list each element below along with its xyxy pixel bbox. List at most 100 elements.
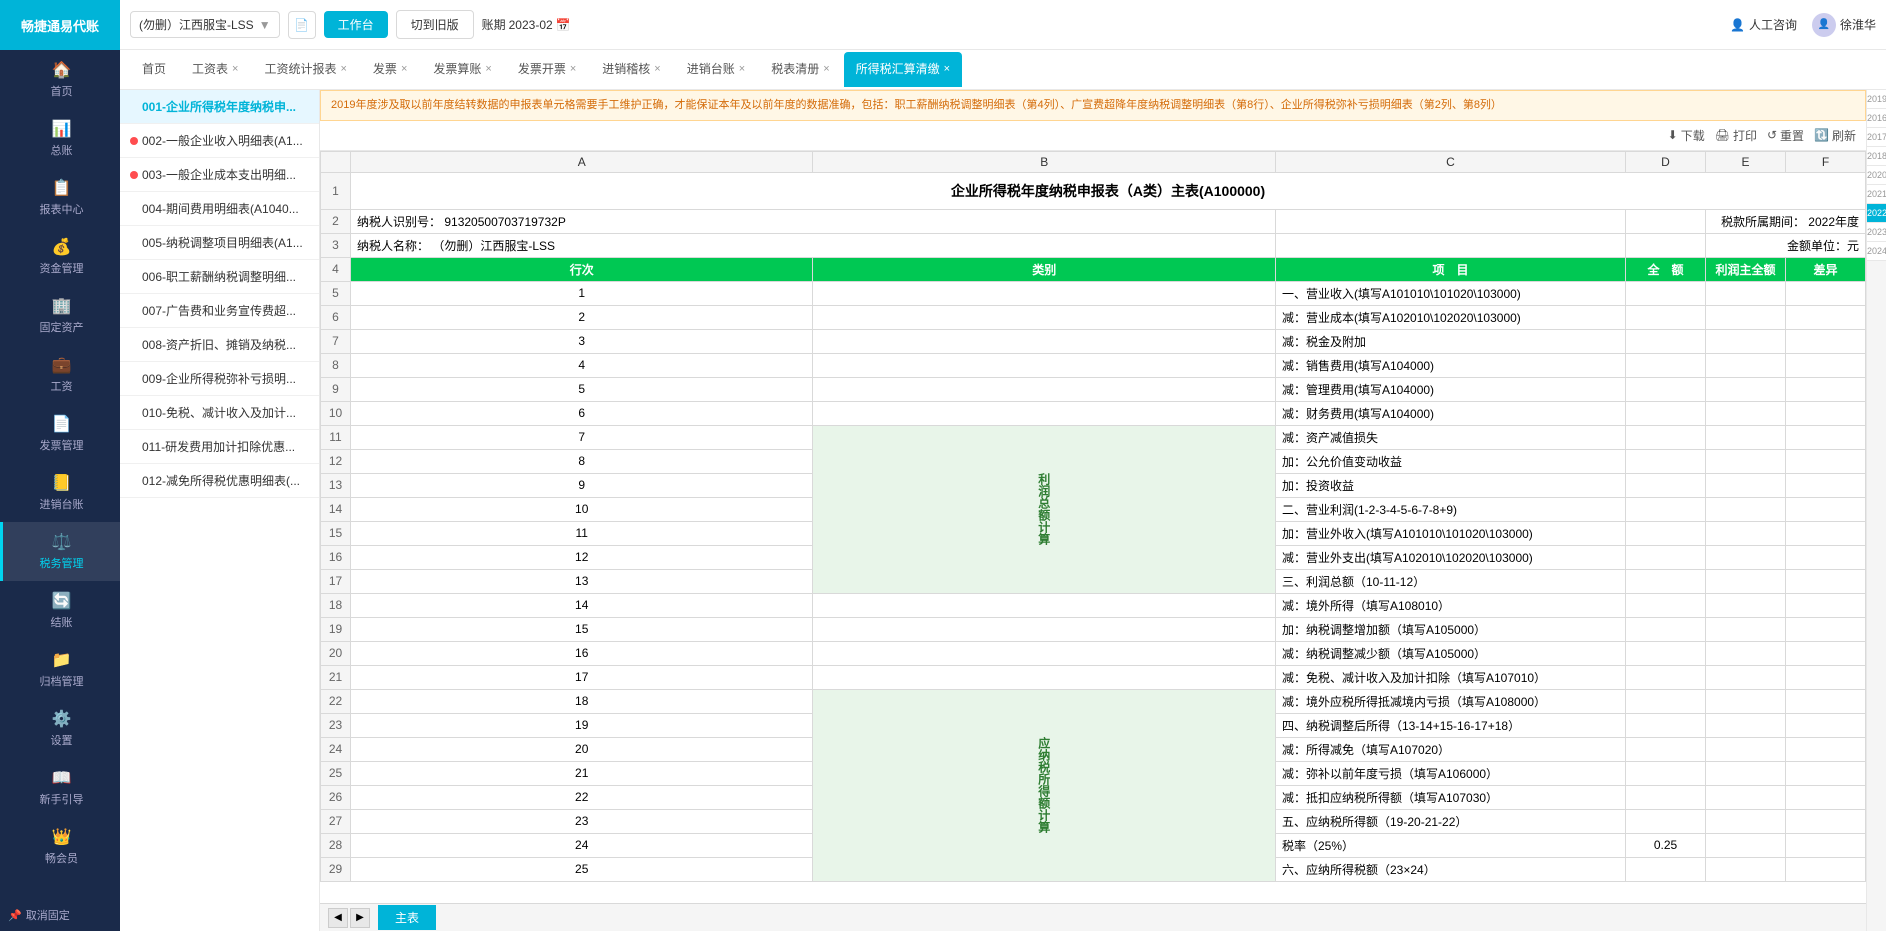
item-cell[interactable]: 减：资产减值损失	[1276, 425, 1626, 449]
unpin-button[interactable]: 📌 取消固定	[0, 899, 120, 931]
profit-cell[interactable]	[1706, 689, 1786, 713]
profit-cell[interactable]	[1706, 809, 1786, 833]
amount-cell[interactable]	[1626, 593, 1706, 617]
item-cell[interactable]: 减：纳税调整减少额（填写A105000）	[1276, 641, 1626, 665]
diff-cell[interactable]	[1786, 329, 1866, 353]
profit-cell[interactable]	[1706, 449, 1786, 473]
diff-cell[interactable]	[1786, 353, 1866, 377]
tab-invoice[interactable]: 发票 ×	[361, 52, 419, 87]
tab-invoice-calc[interactable]: 发票算账 ×	[421, 52, 503, 87]
row-num-cell[interactable]: 5	[351, 377, 813, 401]
profit-cell[interactable]	[1706, 617, 1786, 641]
amount-cell[interactable]	[1626, 857, 1706, 881]
profit-cell[interactable]	[1706, 593, 1786, 617]
refresh-button[interactable]: 🔃 刷新	[1814, 127, 1856, 144]
tab-payroll[interactable]: 工资表 ×	[180, 52, 250, 87]
item-cell[interactable]: 四、纳税调整后所得（13-14+15-16-17+18）	[1276, 713, 1626, 737]
row-num-cell[interactable]: 18	[351, 689, 813, 713]
row-num-cell[interactable]: 12	[351, 545, 813, 569]
year-item-2016[interactable]: 2016	[1867, 109, 1886, 128]
row-num-cell[interactable]: 3	[351, 329, 813, 353]
amount-cell[interactable]	[1626, 521, 1706, 545]
close-icon[interactable]: ×	[340, 63, 346, 75]
close-icon[interactable]: ×	[944, 63, 950, 75]
close-icon[interactable]: ×	[654, 63, 660, 75]
tab-invoice-open[interactable]: 发票开票 ×	[506, 52, 588, 87]
user-service-btn[interactable]: 👤 人工咨询	[1730, 16, 1797, 33]
row-num-cell[interactable]: 1	[351, 281, 813, 305]
item-cell[interactable]: 税率（25%）	[1276, 833, 1626, 857]
row-num-cell[interactable]: 16	[351, 641, 813, 665]
form-item-006[interactable]: 006-职工薪酬纳税调整明细...	[120, 260, 319, 294]
amount-cell[interactable]	[1626, 401, 1706, 425]
profit-cell[interactable]	[1706, 305, 1786, 329]
form-item-005[interactable]: 005-纳税调整项目明细表(A1...	[120, 226, 319, 260]
item-cell[interactable]: 加：纳税调整增加额（填写A105000）	[1276, 617, 1626, 641]
amount-cell[interactable]: 0.25	[1626, 833, 1706, 857]
sidebar-item-settings[interactable]: ⚙️ 设置	[0, 699, 120, 758]
amount-cell[interactable]	[1626, 281, 1706, 305]
diff-cell[interactable]	[1786, 833, 1866, 857]
diff-cell[interactable]	[1786, 281, 1866, 305]
diff-cell[interactable]	[1786, 713, 1866, 737]
item-cell[interactable]: 六、应纳所得税额（23×24）	[1276, 857, 1626, 881]
profit-cell[interactable]	[1706, 497, 1786, 521]
row-num-cell[interactable]: 4	[351, 353, 813, 377]
profit-cell[interactable]	[1706, 665, 1786, 689]
profit-cell[interactable]	[1706, 737, 1786, 761]
profit-cell[interactable]	[1706, 545, 1786, 569]
year-item-2019[interactable]: 2019	[1867, 90, 1886, 109]
diff-cell[interactable]	[1786, 689, 1866, 713]
form-item-008[interactable]: 008-资产折旧、摊销及纳税...	[120, 328, 319, 362]
close-icon[interactable]: ×	[823, 63, 829, 75]
diff-cell[interactable]	[1786, 545, 1866, 569]
profit-cell[interactable]	[1706, 329, 1786, 353]
item-cell[interactable]: 减：营业外支出(填写A102010\102020\103000)	[1276, 545, 1626, 569]
year-item-2021[interactable]: 2021	[1867, 185, 1886, 204]
item-cell[interactable]: 三、利润总额（10-11-12）	[1276, 569, 1626, 593]
row-num-cell[interactable]: 25	[351, 857, 813, 881]
profit-cell[interactable]	[1706, 713, 1786, 737]
year-item-2023[interactable]: 2023	[1867, 223, 1886, 242]
year-item-2018[interactable]: 2018	[1867, 147, 1886, 166]
item-cell[interactable]: 二、营业利润(1-2-3-4-5-6-7-8+9)	[1276, 497, 1626, 521]
diff-cell[interactable]	[1786, 857, 1866, 881]
item-cell[interactable]: 减：销售费用(填写A104000)	[1276, 353, 1626, 377]
item-cell[interactable]: 减：财务费用(填写A104000)	[1276, 401, 1626, 425]
year-item-2017[interactable]: 2017	[1867, 128, 1886, 147]
form-item-011[interactable]: 011-研发费用加计扣除优惠...	[120, 430, 319, 464]
form-item-002[interactable]: 002-一般企业收入明细表(A1...	[120, 124, 319, 158]
switch-old-button[interactable]: 切到旧版	[396, 10, 474, 39]
item-cell[interactable]: 减：免税、减计收入及加计扣除（填写A107010）	[1276, 665, 1626, 689]
amount-cell[interactable]	[1626, 329, 1706, 353]
amount-cell[interactable]	[1626, 353, 1706, 377]
row-num-cell[interactable]: 14	[351, 593, 813, 617]
sidebar-item-tax-mgmt[interactable]: ⚖️ 税务管理	[0, 522, 120, 581]
diff-cell[interactable]	[1786, 785, 1866, 809]
sidebar-item-member[interactable]: 👑 畅会员	[0, 817, 120, 876]
year-item-2024[interactable]: 2024	[1867, 242, 1886, 261]
amount-cell[interactable]	[1626, 641, 1706, 665]
item-cell[interactable]: 加：公允价值变动收益	[1276, 449, 1626, 473]
row-num-cell[interactable]: 19	[351, 713, 813, 737]
amount-cell[interactable]	[1626, 473, 1706, 497]
diff-cell[interactable]	[1786, 641, 1866, 665]
diff-cell[interactable]	[1786, 377, 1866, 401]
sidebar-item-ledger[interactable]: 📊 总账	[0, 109, 120, 168]
profit-cell[interactable]	[1706, 425, 1786, 449]
item-cell[interactable]: 减：境外所得（填写A108010）	[1276, 593, 1626, 617]
tab-payroll-report[interactable]: 工资统计报表 ×	[252, 52, 358, 87]
year-item-2020[interactable]: 2020	[1867, 166, 1886, 185]
sidebar-item-close[interactable]: 🔄 结账	[0, 581, 120, 640]
row-num-cell[interactable]: 21	[351, 761, 813, 785]
profit-cell[interactable]	[1706, 641, 1786, 665]
row-num-cell[interactable]: 11	[351, 521, 813, 545]
profit-cell[interactable]	[1706, 569, 1786, 593]
row-num-cell[interactable]: 17	[351, 665, 813, 689]
amount-cell[interactable]	[1626, 761, 1706, 785]
item-cell[interactable]: 减：管理费用(填写A104000)	[1276, 377, 1626, 401]
tab-purchase-check[interactable]: 进销稽核 ×	[590, 52, 672, 87]
amount-cell[interactable]	[1626, 545, 1706, 569]
close-icon[interactable]: ×	[485, 63, 491, 75]
sidebar-item-sales-ledger[interactable]: 📒 进销台账	[0, 463, 120, 522]
